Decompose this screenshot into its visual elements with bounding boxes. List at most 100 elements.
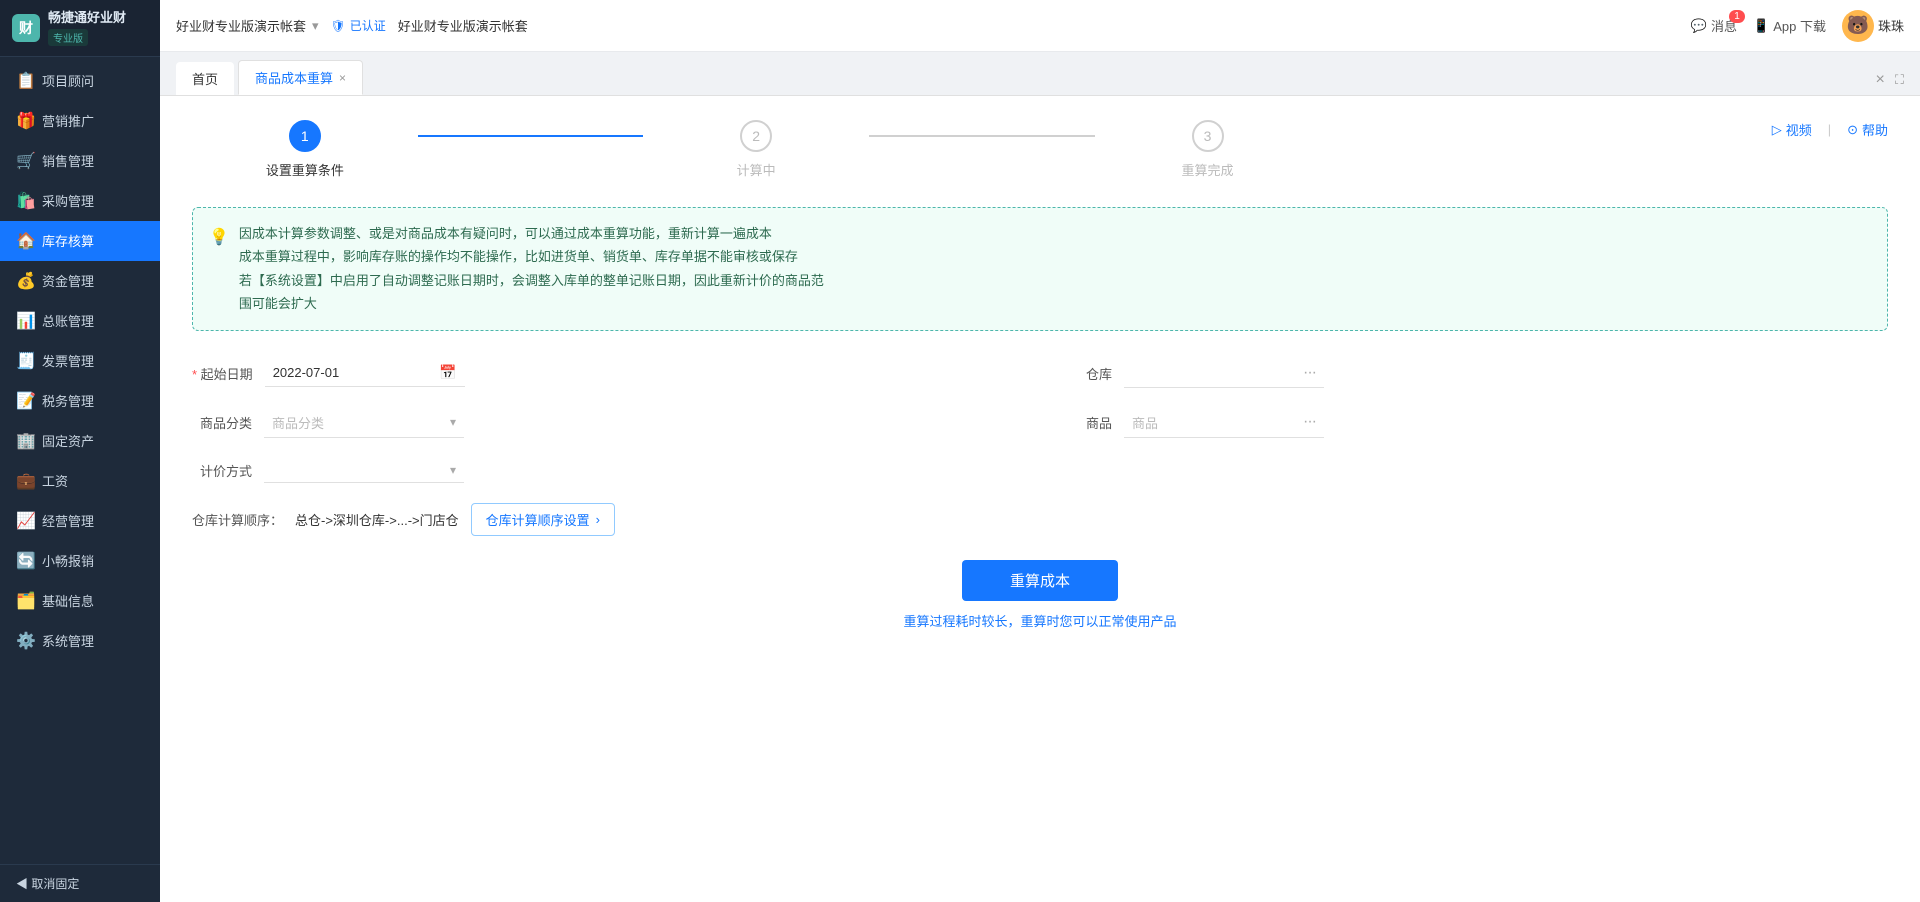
step-line-2 — [869, 135, 1095, 137]
avatar: 🐻 — [1842, 10, 1874, 42]
info-box: 💡 因成本计算参数调整、或是对商品成本有疑问时，可以通过成本重算功能，重新计算一… — [192, 207, 1888, 331]
sidebar-item-expense[interactable]: 🔄 小畅报销 — [0, 541, 160, 581]
topbar: 好业财专业版演示帐套 ▾ 🛡 已认证 好业财专业版演示帐套 💬 消息 1 📱 A… — [160, 0, 1920, 52]
window-close-button[interactable]: × — [1876, 71, 1885, 89]
goods-dots-icon[interactable]: ··· — [1303, 413, 1316, 431]
recalc-button[interactable]: 重算成本 — [962, 560, 1118, 601]
warehouse-label: 仓库 — [1052, 364, 1112, 383]
sidebar-item-label: 税务管理 — [42, 391, 94, 410]
sidebar-item-invoice[interactable]: 🧾 发票管理 — [0, 341, 160, 381]
sidebar-item-fixed-assets[interactable]: 🏢 固定资产 — [0, 421, 160, 461]
sidebar-logo: 财 — [12, 14, 40, 42]
pricing-select[interactable]: ▾ — [264, 458, 464, 483]
start-date-label: 起始日期 — [192, 364, 253, 383]
accounting-icon: 📊 — [16, 311, 34, 331]
finance-icon: 💰 — [16, 271, 34, 291]
calendar-icon[interactable]: 📅 — [439, 364, 456, 381]
tab-recalc[interactable]: 商品成本重算 × — [238, 60, 363, 95]
verified-account-name: 好业财专业版演示帐套 — [398, 16, 528, 35]
purchase-icon: 🛍️ — [16, 191, 34, 211]
category-select[interactable]: 商品分类 ▾ — [264, 408, 464, 438]
tab-home[interactable]: 首页 — [176, 62, 234, 95]
inventory-icon: 🏠 — [16, 231, 34, 251]
sidebar-item-basic[interactable]: 🗂️ 基础信息 — [0, 581, 160, 621]
fixed-assets-icon: 🏢 — [16, 431, 34, 451]
step-line-1 — [418, 135, 644, 137]
form-section: 起始日期 2022-07-01 📅 仓库 ··· 商品分 — [192, 359, 1888, 536]
shield-icon: 🛡 — [331, 19, 346, 33]
window-expand-button[interactable]: ⛶ — [1895, 72, 1904, 88]
sidebar-item-marketing[interactable]: 🎁 营销推广 — [0, 101, 160, 141]
category-field: 商品分类 商品分类 ▾ — [192, 408, 1028, 438]
help-button[interactable]: ⊙ 帮助 — [1847, 120, 1888, 139]
sidebar-item-accounting[interactable]: 📊 总账管理 — [0, 301, 160, 341]
user-avatar-button[interactable]: 🐻 珠珠 — [1842, 10, 1904, 42]
account-selector[interactable]: 好业财专业版演示帐套 ▾ — [176, 16, 319, 35]
category-label: 商品分类 — [192, 413, 252, 432]
user-name: 珠珠 — [1878, 16, 1904, 35]
category-placeholder: 商品分类 — [272, 413, 450, 432]
sidebar-item-label: 固定资产 — [42, 431, 94, 450]
sidebar-item-operation[interactable]: 📈 经营管理 — [0, 501, 160, 541]
tax-icon: 📝 — [16, 391, 34, 411]
sidebar-brand-name: 畅捷通好业财 — [48, 10, 126, 27]
sidebar-item-project[interactable]: 📋 项目顾问 — [0, 61, 160, 101]
sidebar-item-finance[interactable]: 💰 资金管理 — [0, 261, 160, 301]
expense-icon: 🔄 — [16, 551, 34, 571]
operation-icon: 📈 — [16, 511, 34, 531]
step-2-label: 计算中 — [737, 160, 776, 179]
pricing-field: 计价方式 ▾ — [192, 458, 1028, 483]
salary-icon: 💼 — [16, 471, 34, 491]
sidebar-item-inventory[interactable]: 🏠 库存核算 — [0, 221, 160, 261]
start-date-input-wrapper[interactable]: 2022-07-01 📅 — [265, 359, 465, 387]
sidebar-item-label: 基础信息 — [42, 591, 94, 610]
sidebar-item-label: 工资 — [42, 471, 68, 490]
sidebar-item-salary[interactable]: 💼 工资 — [0, 461, 160, 501]
sidebar-item-label: 小畅报销 — [42, 551, 94, 570]
verified-label: 已认证 — [350, 17, 386, 34]
sidebar-item-label: 资金管理 — [42, 271, 94, 290]
warehouse-dots-icon[interactable]: ··· — [1303, 364, 1316, 382]
topbar-actions: 💬 消息 1 📱 App 下载 🐻 珠珠 — [1691, 10, 1904, 42]
account-name: 好业财专业版演示帐套 — [176, 16, 306, 35]
recalc-note: 重算过程耗时较长，重算时您可以正常使用产品 — [903, 611, 1176, 630]
steps-bar: 1 设置重算条件 2 计算中 3 重算完成 ▷ 视频 | — [192, 120, 1888, 179]
tab-home-label: 首页 — [192, 69, 218, 88]
tab-close-icon[interactable]: × — [339, 71, 346, 85]
calc-order-btn-label: 仓库计算顺序设置 — [486, 510, 590, 529]
step-3-label: 重算完成 — [1182, 160, 1234, 179]
sidebar-item-label: 销售管理 — [42, 151, 94, 170]
sidebar-edition: 专业版 — [48, 29, 88, 46]
help-label: 帮助 — [1862, 120, 1888, 139]
info-line-3: 若【系统设置】中启用了自动调整记账日期时，会调整入库单的整单记账日期，因此重新计… — [239, 269, 824, 292]
pricing-chevron-icon: ▾ — [450, 463, 456, 477]
step-3: 3 重算完成 — [1095, 120, 1321, 179]
sidebar-item-tax[interactable]: 📝 税务管理 — [0, 381, 160, 421]
verified-badge: 🛡 已认证 — [331, 17, 386, 34]
goods-input-wrapper[interactable]: 商品 ··· — [1124, 408, 1324, 438]
step-1: 1 设置重算条件 — [192, 120, 418, 179]
sidebar-item-system[interactable]: ⚙️ 系统管理 — [0, 621, 160, 661]
step-2-circle: 2 — [740, 120, 772, 152]
message-button[interactable]: 💬 消息 1 — [1691, 16, 1737, 35]
help-row: ▷ 视频 | ⊙ 帮助 — [1772, 120, 1888, 139]
sidebar-footer-unpin[interactable]: ◀ 取消固定 — [0, 864, 160, 902]
message-badge: 1 — [1729, 10, 1745, 23]
step-2: 2 计算中 — [643, 120, 869, 179]
calc-order-btn[interactable]: 仓库计算顺序设置 › — [471, 503, 615, 536]
sales-icon: 🛒 — [16, 151, 34, 171]
message-icon: 💬 — [1691, 18, 1707, 34]
sidebar-item-purchase[interactable]: 🛍️ 采购管理 — [0, 181, 160, 221]
step-3-circle: 3 — [1192, 120, 1224, 152]
warehouse-field: 仓库 ··· — [1052, 359, 1888, 388]
sidebar-item-label: 系统管理 — [42, 631, 94, 650]
video-help-button[interactable]: ▷ 视频 — [1772, 120, 1812, 139]
app-download-button[interactable]: 📱 App 下载 — [1753, 16, 1826, 35]
help-icon: ⊙ — [1847, 122, 1858, 138]
goods-field: 商品 商品 ··· — [1052, 408, 1888, 438]
goods-label: 商品 — [1052, 413, 1112, 432]
tab-recalc-label: 商品成本重算 — [255, 68, 333, 87]
warehouse-input-wrapper[interactable]: ··· — [1124, 359, 1324, 388]
tabbar: 首页 商品成本重算 × × ⛶ — [160, 52, 1920, 96]
sidebar-item-sales[interactable]: 🛒 销售管理 — [0, 141, 160, 181]
